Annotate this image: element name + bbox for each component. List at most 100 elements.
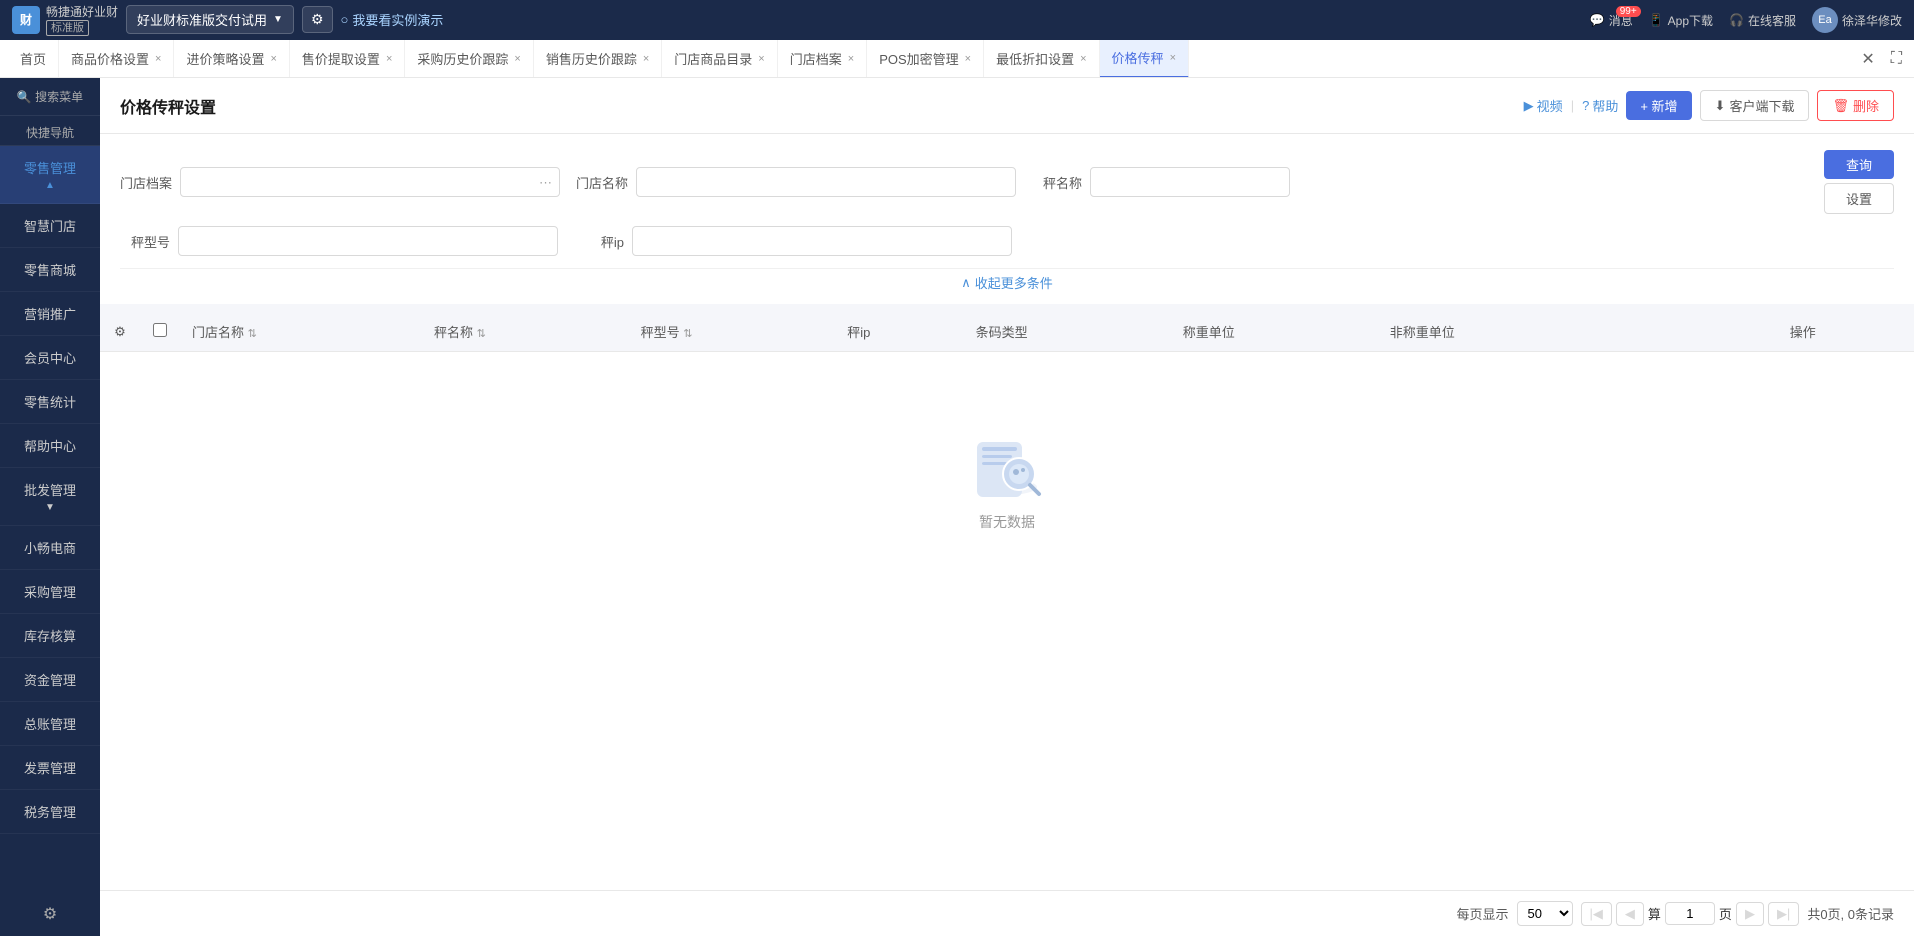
filter-scale-ip: 秤ip (574, 226, 1012, 256)
sidebar-item-purchase-manage[interactable]: 采购管理 (0, 570, 100, 614)
sidebar-item-fund-manage[interactable]: 资金管理 (0, 658, 100, 702)
sidebar-settings-button[interactable]: ⚙ (0, 892, 100, 936)
sidebar-item-wholesale-manage[interactable]: 批发管理 ▼ (0, 468, 100, 526)
close-tab-store-catalog[interactable]: × (758, 53, 764, 65)
close-tab-purchase-history[interactable]: × (514, 53, 520, 65)
current-page-input[interactable] (1665, 902, 1715, 925)
demo-button[interactable]: ○ 我要看实例演示 (341, 10, 444, 29)
close-tab-price-scale[interactable]: × (1170, 52, 1176, 64)
sidebar-item-marketing[interactable]: 营销推广 (0, 292, 100, 336)
prev-page-button[interactable]: ◀ (1616, 902, 1644, 926)
sidebar-quick-nav[interactable]: 快捷导航 (0, 116, 100, 146)
th-weight-unit: 称重单位 (1171, 312, 1378, 352)
first-page-button[interactable]: |◀ (1581, 902, 1612, 926)
close-tab-purchase-strategy[interactable]: × (270, 53, 276, 65)
message-icon: 💬 (1590, 13, 1605, 27)
next-page-button[interactable]: ▶ (1736, 902, 1764, 926)
sort-store-name-icon[interactable]: ⇅ (248, 328, 257, 340)
th-barcode-type: 条码类型 (964, 312, 1171, 352)
message-button[interactable]: 💬 消息 99+ (1590, 12, 1633, 29)
video-link[interactable]: ▶ 视频 (1524, 96, 1563, 115)
select-all-checkbox[interactable] (153, 323, 167, 337)
sidebar-search[interactable]: 🔍 搜索菜单 (0, 78, 100, 116)
th-settings[interactable]: ⚙ (100, 312, 140, 352)
user-info[interactable]: Ea 徐泽华修改 (1812, 7, 1902, 33)
sidebar-item-retail-mall-label: 零售商城 (24, 260, 76, 279)
product-selector[interactable]: 好业财标准版交付试用 ▼ (126, 5, 294, 34)
th-store-name: 门店名称 ⇅ (180, 312, 422, 352)
filter-row-1: 门店档案 ··· 门店名称 秤名称 (120, 150, 1894, 214)
top-settings-button[interactable]: ⚙ (302, 6, 333, 33)
close-tab-sale-price[interactable]: × (386, 53, 392, 65)
app-download-button[interactable]: 📱 App下载 (1649, 12, 1713, 29)
tab-purchase-history[interactable]: 采购历史价跟踪 × (405, 40, 533, 78)
filter-store-archive: 门店档案 ··· (120, 167, 560, 197)
tab-store-catalog-label: 门店商品目录 (674, 49, 752, 68)
online-service-button[interactable]: 🎧 在线客服 (1729, 12, 1796, 29)
set-button[interactable]: 设置 (1824, 183, 1894, 214)
maximize-button[interactable]: ⛶ (1887, 50, 1906, 68)
sidebar-item-general-account[interactable]: 总账管理 (0, 702, 100, 746)
sidebar-item-smart-store[interactable]: 智慧门店 (0, 204, 100, 248)
tab-price-settings[interactable]: 商品价格设置 × (59, 40, 174, 78)
close-tab-min-discount[interactable]: × (1080, 53, 1086, 65)
sidebar-item-retail-stats[interactable]: 零售统计 (0, 380, 100, 424)
table-area: ⚙ 门店名称 ⇅ 秤名称 ⇅ (100, 312, 1914, 936)
tab-store-archive[interactable]: 门店档案 × (778, 40, 867, 78)
app-logo: 财 畅捷通好业财 标准版 (12, 5, 118, 35)
help-icon: ? (1582, 98, 1589, 113)
tab-sale-history[interactable]: 销售历史价跟踪 × (534, 40, 662, 78)
sidebar-item-invoice-manage[interactable]: 发票管理 (0, 746, 100, 790)
collapse-button[interactable]: ∧ 收起更多条件 (120, 268, 1894, 296)
scale-ip-input[interactable] (632, 226, 1012, 256)
page-size-select[interactable]: 10 20 50 100 (1517, 901, 1573, 926)
sidebar-item-member-center[interactable]: 会员中心 (0, 336, 100, 380)
close-tab-price-settings[interactable]: × (155, 53, 161, 65)
delete-icon: 🗑 (1832, 98, 1849, 114)
close-tab-sale-history[interactable]: × (643, 53, 649, 65)
tab-purchase-strategy[interactable]: 进价策略设置 × (174, 40, 289, 78)
sidebar-item-mini-ecom[interactable]: 小畅电商 (0, 526, 100, 570)
store-archive-input[interactable] (180, 167, 560, 197)
product-selector-text: 好业财标准版交付试用 (137, 10, 267, 29)
app-wrapper: 财 畅捷通好业财 标准版 好业财标准版交付试用 ▼ ⚙ ○ 我要看实例演示 💬 (0, 0, 1914, 936)
tab-price-scale[interactable]: 价格传秤 × (1100, 40, 1189, 78)
delete-label: 删除 (1853, 96, 1879, 115)
sidebar-item-help-center[interactable]: 帮助中心 (0, 424, 100, 468)
tab-sale-price[interactable]: 售价提取设置 × (290, 40, 405, 78)
delete-button[interactable]: 🗑 删除 (1817, 90, 1894, 121)
sort-scale-name-icon[interactable]: ⇅ (477, 328, 486, 340)
store-name-input[interactable] (636, 167, 1016, 197)
last-page-button[interactable]: ▶| (1768, 902, 1799, 926)
sidebar-item-inventory[interactable]: 库存核算 (0, 614, 100, 658)
chevron-up-icon: ∧ (961, 275, 971, 291)
help-link[interactable]: ? 帮助 (1582, 96, 1618, 115)
close-tab-pos-manage[interactable]: × (965, 53, 971, 65)
tab-store-catalog[interactable]: 门店商品目录 × (662, 40, 777, 78)
sidebar-item-tax-manage[interactable]: 税务管理 (0, 790, 100, 834)
store-name-label: 门店名称 (576, 173, 628, 192)
sidebar-item-retail-manage[interactable]: 零售管理 ▲ (0, 146, 100, 204)
store-archive-input-wrapper: ··· (180, 167, 560, 197)
scale-name-input[interactable] (1090, 167, 1290, 197)
page-content: 价格传秤设置 ▶ 视频 | ? 帮助 + 新增 ⬇ (100, 78, 1914, 936)
tab-min-discount[interactable]: 最低折扣设置 × (984, 40, 1099, 78)
download-client-button[interactable]: ⬇ 客户端下载 (1700, 90, 1810, 121)
tab-price-scale-label: 价格传秤 (1112, 48, 1164, 67)
dots-icon[interactable]: ··· (539, 175, 552, 190)
sort-scale-model-icon[interactable]: ⇅ (683, 328, 692, 340)
query-button[interactable]: 查询 (1824, 150, 1894, 179)
sidebar-item-retail-mall[interactable]: 零售商城 (0, 248, 100, 292)
logo-line2: 标准版 (46, 20, 118, 35)
video-icon: ▶ (1524, 98, 1534, 114)
add-button[interactable]: + 新增 (1626, 91, 1691, 120)
close-tab-store-archive[interactable]: × (848, 53, 854, 65)
tab-pos-manage[interactable]: POS加密管理 × (867, 40, 984, 78)
tab-home[interactable]: 首页 (8, 40, 59, 78)
th-scale-model-label: 秤型号 (641, 325, 680, 340)
close-all-tabs-button[interactable]: ✕ (1857, 49, 1878, 69)
app-download-label: App下载 (1668, 12, 1713, 29)
scale-model-input[interactable] (178, 226, 558, 256)
filter-store-name: 门店名称 (576, 167, 1016, 197)
th-weight-unit-label: 称重单位 (1183, 325, 1235, 340)
